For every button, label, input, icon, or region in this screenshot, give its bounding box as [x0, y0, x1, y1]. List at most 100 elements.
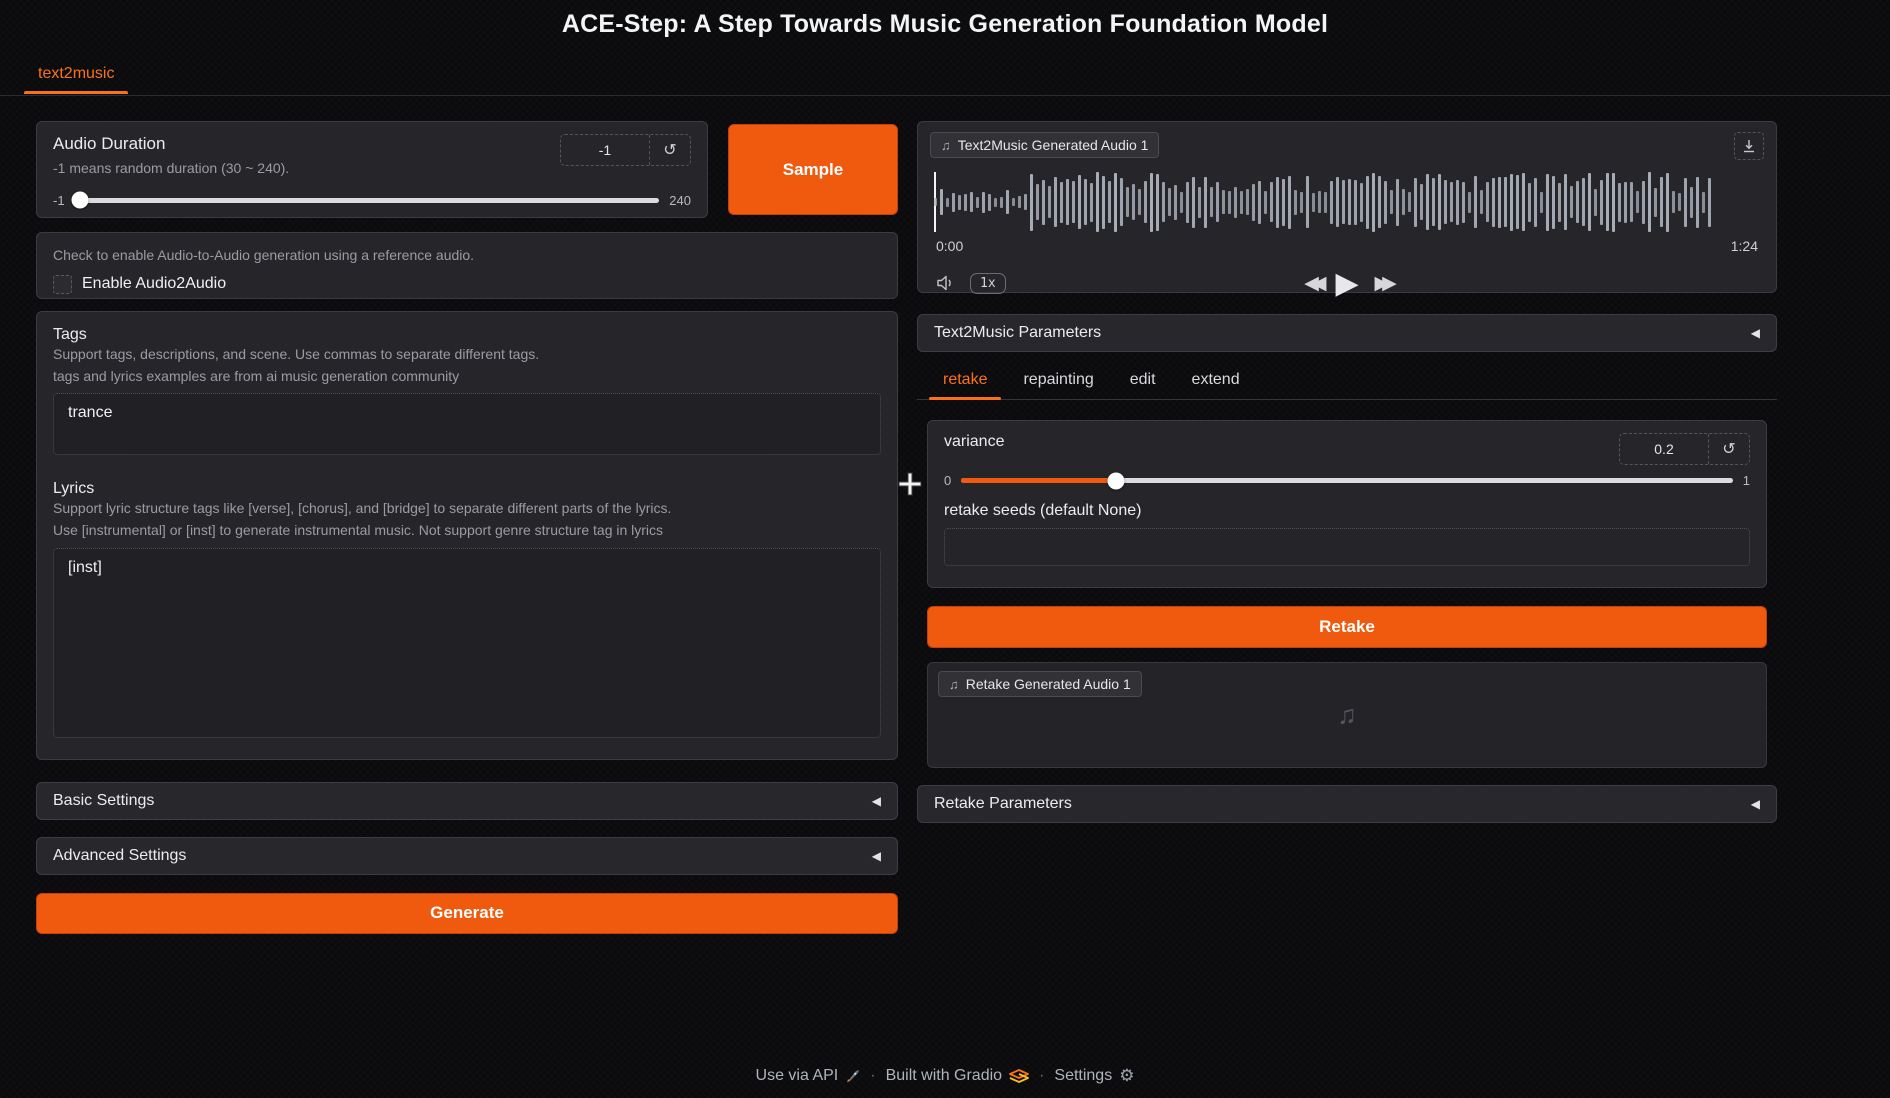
music-note-icon: ♫ — [949, 676, 959, 692]
waveform-bar — [1444, 180, 1447, 224]
waveform-bar — [1708, 177, 1711, 227]
waveform-bar — [1186, 181, 1189, 223]
generate-button[interactable]: Generate — [36, 892, 898, 934]
empty-audio-note-icon: ♫ — [1337, 699, 1357, 730]
waveform-bar — [1522, 173, 1525, 231]
tags-label: Tags — [53, 326, 87, 343]
waveform-bar — [1648, 172, 1651, 232]
waveform-bar — [1384, 180, 1387, 224]
waveform-bar — [1612, 172, 1615, 232]
tab-extend[interactable]: extend — [1174, 369, 1258, 399]
waveform-bar — [1528, 182, 1531, 222]
audio-duration-value[interactable]: -1 — [561, 135, 649, 165]
retake-audio-player: ♫ Retake Generated Audio 1 ♫ — [927, 662, 1767, 768]
lyrics-label: Lyrics — [53, 480, 95, 498]
waveform-bar — [1378, 176, 1381, 228]
waveform-bar — [1204, 176, 1207, 228]
download-button[interactable] — [1734, 132, 1764, 160]
lyrics-info-2: Use [instrumental] or [inst] to generate… — [53, 522, 664, 539]
lyrics-input[interactable] — [53, 547, 881, 738]
audio-duration-reset-icon[interactable]: ↺ — [649, 135, 690, 165]
tab-text2music[interactable]: text2music — [24, 65, 129, 94]
waveform-bar — [1414, 177, 1417, 227]
waveform-bar — [1546, 173, 1549, 231]
waveform-bar — [1060, 181, 1063, 223]
sample-button[interactable]: Sample — [728, 124, 898, 215]
gear-icon: ⚙ — [1119, 1066, 1135, 1085]
t2m-parameters-label: Text2Music Parameters — [934, 324, 1102, 341]
retake-tab-content: variance 0.2 ↺ 0 1 retake seeds (default… — [917, 400, 1777, 768]
waveform-bar — [934, 198, 937, 206]
variance-slider-handle[interactable] — [1107, 472, 1125, 489]
volume-icon[interactable] — [936, 274, 958, 292]
waveform-bar — [1552, 175, 1555, 229]
waveform-bar — [1624, 181, 1627, 223]
built-with-gradio-link[interactable]: Built with Gradio — [886, 1067, 1030, 1085]
audio-duration-slider[interactable] — [71, 191, 660, 209]
advanced-settings-accordion[interactable]: Advanced Settings ◀ — [36, 836, 898, 875]
built-with-gradio-label: Built with Gradio — [885, 1067, 1003, 1084]
use-via-api-link[interactable]: Use via API — [756, 1067, 861, 1085]
waveform-bar — [1036, 184, 1039, 220]
variance-slider[interactable] — [961, 472, 1733, 489]
waveform-bar — [940, 189, 943, 215]
basic-settings-accordion[interactable]: Basic Settings ◀ — [36, 781, 898, 820]
waveform-bar — [994, 197, 997, 207]
settings-label: Settings — [1054, 1067, 1113, 1084]
tab-repainting[interactable]: repainting — [1005, 369, 1111, 399]
waveform-bar — [1144, 181, 1147, 223]
audio2audio-panel: Check to enable Audio-to-Audio generatio… — [36, 232, 898, 299]
waveform-bar — [1270, 182, 1273, 222]
footer: Use via API · Built with Gradio · Settin… — [0, 1066, 1890, 1086]
waveform-bar — [1150, 172, 1153, 232]
waveform-bar — [1588, 173, 1591, 231]
variance-min: 0 — [944, 473, 952, 488]
waveform-bar — [982, 191, 985, 213]
playback-speed-button[interactable]: 1x — [970, 272, 1006, 294]
waveform-bar — [1450, 182, 1453, 222]
t2m-audio-player: ♫ Text2Music Generated Audio 1 0:00 1:24 — [917, 121, 1777, 300]
variance-value[interactable]: 0.2 — [1620, 434, 1708, 464]
waveform-bar — [1492, 177, 1495, 227]
waveform-bar — [1168, 188, 1171, 216]
waveform-bar — [1300, 191, 1303, 213]
tab-retake[interactable]: retake — [925, 369, 1005, 400]
waveform-bar — [1048, 186, 1051, 218]
retake-seeds-label: retake seeds (default None) — [944, 502, 1142, 519]
tags-lyrics-panel: Tags Support tags, descriptions, and sce… — [36, 311, 898, 760]
retake-seeds-input[interactable] — [944, 528, 1750, 566]
waveform-bar — [1162, 182, 1165, 222]
tags-input[interactable] — [53, 393, 881, 456]
variance-reset-icon[interactable]: ↺ — [1708, 434, 1749, 464]
retake-audio-chip: ♫ Retake Generated Audio 1 — [938, 671, 1142, 697]
retake-parameters-accordion[interactable]: Retake Parameters ◀ — [917, 785, 1777, 823]
waveform-bar — [1294, 189, 1297, 215]
mode-tabbar: retake repainting edit extend — [917, 369, 1777, 400]
waveform-bar — [970, 192, 973, 212]
advanced-settings-arrow-icon: ◀ — [871, 848, 881, 863]
t2m-parameters-accordion[interactable]: Text2Music Parameters ◀ — [917, 314, 1777, 352]
waveform-bar — [958, 194, 961, 210]
waveform-bar — [1030, 173, 1033, 231]
waveform-bar — [1240, 190, 1243, 214]
audio2audio-checkbox[interactable] — [53, 274, 72, 294]
waveform-bar — [1684, 177, 1687, 227]
waveform-bar — [1018, 196, 1021, 208]
retake-button[interactable]: Retake — [927, 606, 1767, 648]
tab-edit[interactable]: edit — [1112, 369, 1174, 399]
waveform-bar — [1438, 174, 1441, 230]
forward-button[interactable]: ▶▶ — [1375, 272, 1397, 295]
waveform-bar — [1312, 192, 1315, 212]
audio-duration-min: -1 — [53, 192, 65, 208]
audio2audio-info: Check to enable Audio-to-Audio generatio… — [53, 247, 475, 263]
play-button[interactable]: ▶ — [1335, 266, 1358, 301]
left-column: Audio Duration -1 means random duration … — [36, 121, 898, 934]
audio-duration-slider-handle[interactable] — [71, 191, 89, 209]
waveform-bar — [1360, 182, 1363, 222]
waveform[interactable] — [934, 170, 1760, 234]
waveform-bar — [1504, 177, 1507, 227]
settings-link[interactable]: Settings ⚙ — [1054, 1066, 1134, 1086]
waveform-bar — [1630, 182, 1633, 222]
rewind-button[interactable]: ◀◀ — [1304, 272, 1326, 295]
waveform-bar — [1324, 191, 1327, 213]
